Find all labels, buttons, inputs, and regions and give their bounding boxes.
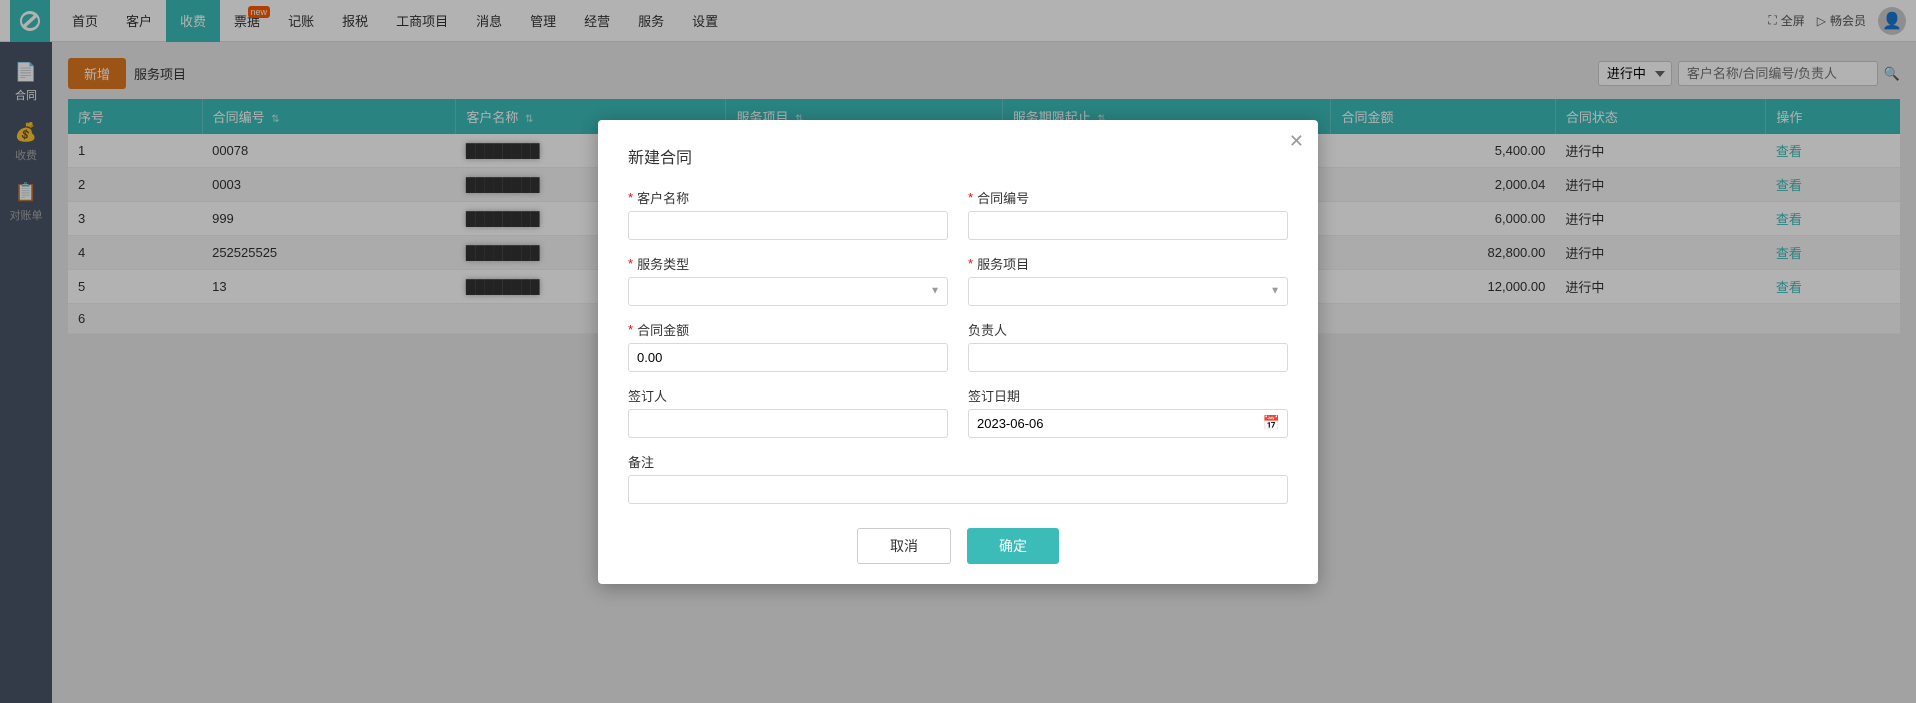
form-row-contract-no: * 合同编号: [968, 188, 1288, 240]
contract-no-input[interactable]: [968, 211, 1288, 240]
modal-overlay: 新建合同 ✕ * 客户名称 * 合同编号 *: [0, 0, 1916, 703]
customer-name-label: * 客户名称: [628, 188, 948, 207]
form-row-amount: * 合同金额: [628, 320, 948, 372]
form-row-sign-date: 签订日期 📅: [968, 386, 1288, 438]
form-row-responsible: 负责人: [968, 320, 1288, 372]
remark-label: 备注: [628, 452, 1288, 471]
form-row-customer: * 客户名称: [628, 188, 948, 240]
service-item-label: * 服务项目: [968, 254, 1288, 273]
form-row-remark: 备注: [628, 452, 1288, 504]
signer-label: 签订人: [628, 386, 948, 405]
service-type-label: * 服务类型: [628, 254, 948, 273]
modal-title: 新建合同: [628, 144, 1288, 168]
remark-input[interactable]: [628, 475, 1288, 504]
customer-name-input[interactable]: [628, 211, 948, 240]
modal-footer: 取消 确定: [628, 528, 1288, 564]
service-item-select-wrap: [968, 277, 1288, 306]
service-type-select[interactable]: [628, 277, 948, 306]
form-grid: * 客户名称 * 合同编号 * 服务类型: [628, 188, 1288, 504]
contract-no-label: * 合同编号: [968, 188, 1288, 207]
modal-close-button[interactable]: ✕: [1289, 132, 1304, 150]
confirm-button[interactable]: 确定: [967, 528, 1059, 564]
sign-date-input[interactable]: [968, 409, 1288, 438]
contract-amount-label: * 合同金额: [628, 320, 948, 339]
sign-date-label: 签订日期: [968, 386, 1288, 405]
new-contract-modal: 新建合同 ✕ * 客户名称 * 合同编号 *: [598, 120, 1318, 584]
responsible-input[interactable]: [968, 343, 1288, 372]
service-type-select-wrap: [628, 277, 948, 306]
contract-amount-input[interactable]: [628, 343, 948, 372]
signer-input[interactable]: [628, 409, 948, 438]
form-row-service-item: * 服务项目: [968, 254, 1288, 306]
form-row-signer: 签订人: [628, 386, 948, 438]
sign-date-wrapper: 📅: [968, 409, 1288, 438]
form-row-service-type: * 服务类型: [628, 254, 948, 306]
service-item-select[interactable]: [968, 277, 1288, 306]
responsible-label: 负责人: [968, 320, 1288, 339]
cancel-button[interactable]: 取消: [857, 528, 951, 564]
